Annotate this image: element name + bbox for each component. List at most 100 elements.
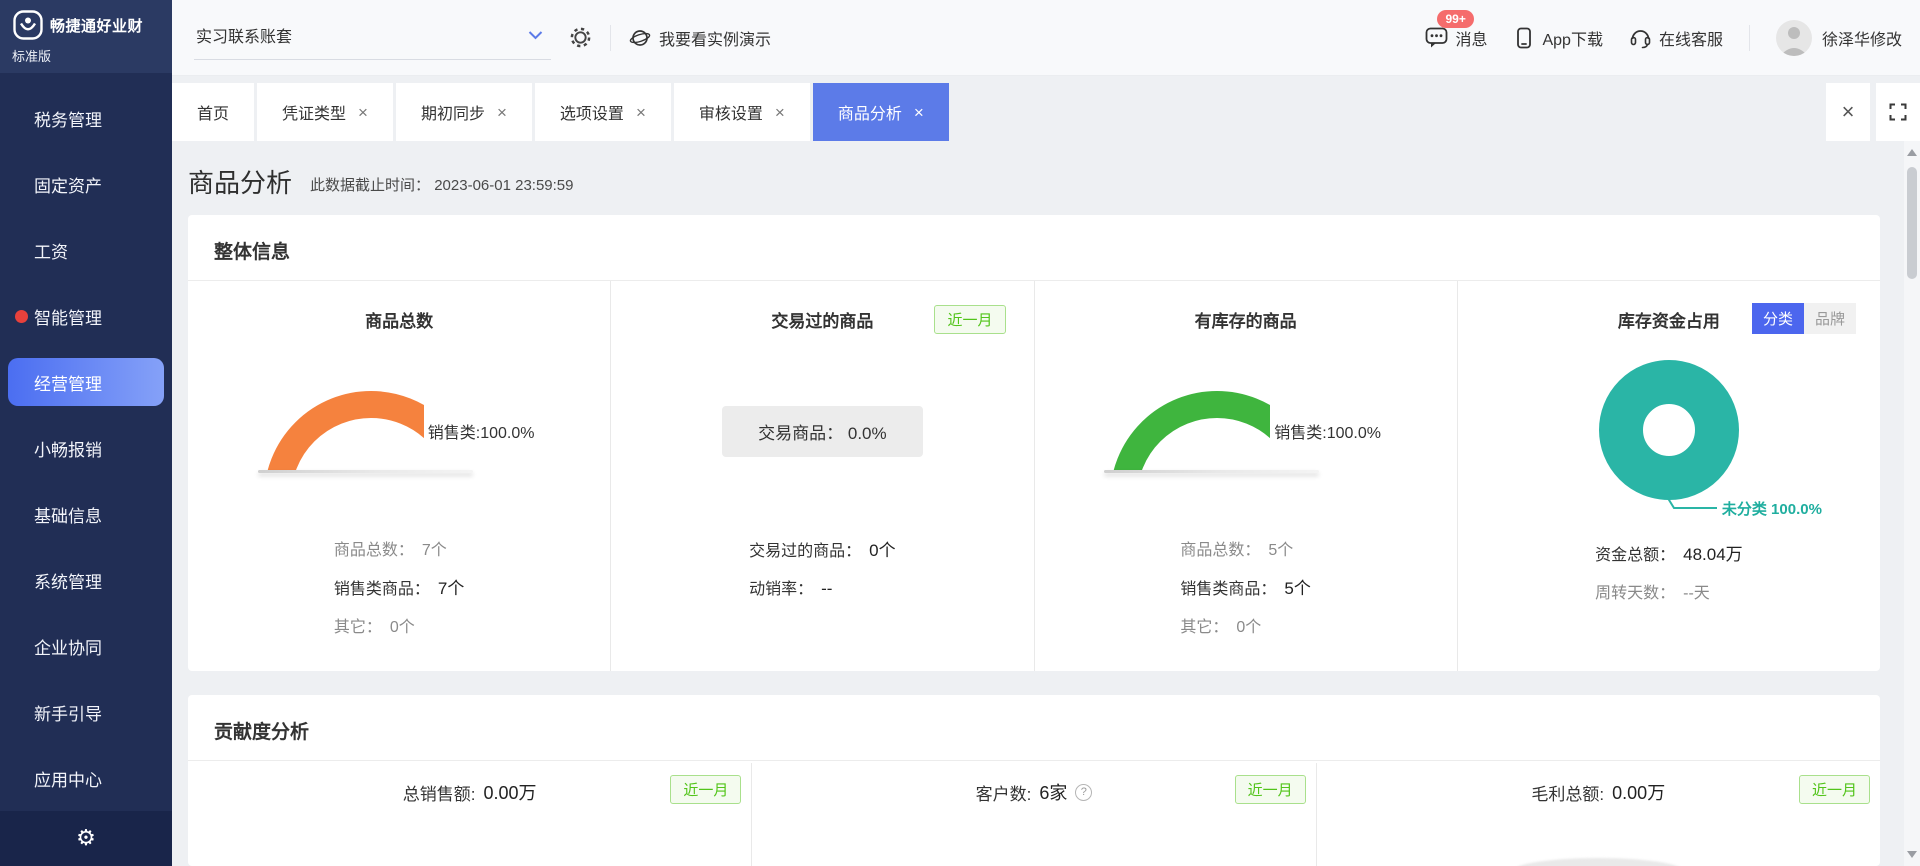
tab-voucher-type[interactable]: 凭证类型 × bbox=[257, 83, 393, 141]
app-download-button[interactable]: App下载 bbox=[1513, 26, 1603, 50]
topbar-right: 99+ 消息 App下载 在线客服 徐泽华修改 bbox=[1425, 9, 1902, 56]
toggle-category[interactable]: 分类 bbox=[1751, 303, 1804, 334]
overview-section-title: 整体信息 bbox=[214, 242, 291, 263]
donut-callout: 未分类 100.0% bbox=[1657, 486, 1822, 518]
cutoff-gauge-shadow bbox=[1513, 858, 1684, 866]
topbar-divider bbox=[1748, 24, 1750, 51]
tab-close-icon[interactable]: × bbox=[636, 104, 646, 121]
brand-block: 畅捷通好业财 标准版 bbox=[0, 0, 172, 74]
contribution-section-title: 贡献度分析 bbox=[214, 722, 310, 743]
gauge-baseline bbox=[257, 470, 473, 473]
contribution-card: 贡献度分析 总销售额: 0.00万 近一月 客户数: 6家 ? 近一月 毛利总额… bbox=[188, 695, 1880, 866]
phone-icon bbox=[1513, 27, 1535, 49]
notification-dot bbox=[15, 310, 28, 324]
scrollbar-down-arrow[interactable] bbox=[1907, 851, 1917, 858]
panel-traded-products: 交易过的商品 近一月 交易商品： 0.0% 交易过的商品： 0个 动销率： -- bbox=[611, 281, 1035, 671]
tab-close-icon[interactable]: × bbox=[914, 104, 924, 121]
data-cutoff-timestamp: 此数据截止时间： 2023-06-01 23:59:59 bbox=[310, 176, 574, 194]
brand-name: 畅捷通好业财 bbox=[50, 17, 144, 35]
tab-option-settings[interactable]: 选项设置 × bbox=[534, 83, 671, 141]
tab-close-icon[interactable]: × bbox=[358, 104, 368, 121]
tab-home[interactable]: 首页 bbox=[172, 83, 255, 141]
panel-total-products: 商品总数 销售类:100.0% 商品总数： 7个 销售类商品： 7个 其它： 0个 bbox=[188, 281, 612, 671]
content: 商品分析 此数据截止时间： 2023-06-01 23:59:59 整体信息 商… bbox=[172, 141, 1920, 866]
scrollbar-thumb[interactable] bbox=[1907, 167, 1917, 279]
page-title: 商品分析 bbox=[188, 167, 293, 198]
panel-stats: 交易过的商品： 0个 动销率： -- bbox=[749, 541, 896, 598]
topbar-divider bbox=[610, 24, 611, 51]
messages-label: 消息 bbox=[1455, 31, 1488, 49]
messages-button[interactable]: 99+ 消息 bbox=[1425, 9, 1488, 50]
tabbar: 首页 凭证类型 × 期初同步 × 选项设置 × 审核设置 × 商品分析 × × bbox=[172, 76, 1920, 141]
demo-link[interactable]: 我要看实例演示 bbox=[629, 26, 771, 50]
col-total-sales: 总销售额: 0.00万 近一月 bbox=[188, 763, 753, 866]
online-service-label: 在线客服 bbox=[1658, 31, 1723, 49]
tab-close-icon[interactable]: × bbox=[775, 104, 785, 121]
app-window: 畅捷通好业财 标准版 税务管理 固定资产 工资 智能管理 经营管理 小畅报销 基… bbox=[0, 0, 1920, 866]
scrollbar-up-arrow[interactable] bbox=[1907, 149, 1917, 156]
sidebar-item-business-management[interactable]: 经营管理 bbox=[8, 358, 164, 407]
traded-products-kpi-box: 交易商品： 0.0% bbox=[722, 405, 923, 457]
period-badge: 近一月 bbox=[1234, 775, 1306, 804]
topbar: 实习联系账套 我要看实例演示 99+ 消息 App下载 在线客服 徐泽华修改 bbox=[172, 0, 1920, 76]
vertical-scrollbar[interactable] bbox=[1904, 141, 1920, 866]
globe-icon bbox=[629, 27, 651, 49]
sidebar-item-onboarding-guide[interactable]: 新手引导 bbox=[0, 679, 172, 745]
brand-edition: 标准版 bbox=[12, 49, 52, 64]
sidebar-item-base-info[interactable]: 基础信息 bbox=[0, 481, 172, 547]
sidebar-item-smart-management[interactable]: 智能管理 bbox=[0, 283, 172, 349]
sidebar-settings-gear-icon[interactable]: ⚙ bbox=[76, 826, 96, 851]
main-area: 实习联系账套 我要看实例演示 99+ 消息 App下载 在线客服 徐泽华修改 首… bbox=[172, 0, 1920, 866]
col-gross-profit: 毛利总额: 0.00万 近一月 bbox=[1317, 763, 1880, 866]
settings-gear-icon[interactable] bbox=[569, 26, 592, 49]
category-brand-toggle: 分类 品牌 bbox=[1751, 303, 1856, 334]
period-badge: 近一月 bbox=[1798, 775, 1870, 804]
close-all-tabs-button[interactable]: × bbox=[1826, 83, 1870, 141]
page-head: 商品分析 此数据截止时间： 2023-06-01 23:59:59 bbox=[188, 141, 1880, 215]
panel-stats: 商品总数： 7个 销售类商品： 7个 其它： 0个 bbox=[333, 542, 465, 636]
sidebar-item-payroll[interactable]: 工资 bbox=[0, 217, 172, 283]
panel-in-stock-products: 有库存的商品 销售类:100.0% 商品总数： 5个 销售类商品： 5个 其它： 0个 bbox=[1035, 281, 1458, 671]
gauge-baseline bbox=[1104, 470, 1320, 473]
toggle-brand[interactable]: 品牌 bbox=[1803, 303, 1856, 334]
donut-chart-inventory-capital: 未分类 100.0% bbox=[1598, 360, 1822, 518]
account-selector[interactable]: 实习联系账套 bbox=[194, 15, 551, 60]
donut-callout-label: 未分类 100.0% bbox=[1721, 501, 1822, 518]
app-download-label: App下载 bbox=[1542, 31, 1603, 49]
chevron-down-icon bbox=[528, 30, 543, 40]
tab-actions: × bbox=[1826, 83, 1920, 141]
gauge-label: 销售类:100.0% bbox=[1274, 425, 1381, 442]
period-badge: 近一月 bbox=[934, 305, 1006, 334]
sidebar-menu: 税务管理 固定资产 工资 智能管理 经营管理 小畅报销 基础信息 系统管理 企业… bbox=[0, 73, 172, 811]
panel-inventory-capital: 库存资金占用 分类 品牌 未分类 100.0% 资金总额： 48.04万 周转天… bbox=[1458, 281, 1880, 671]
sidebar-item-app-center[interactable]: 应用中心 bbox=[0, 745, 172, 811]
avatar bbox=[1775, 19, 1812, 56]
tab-product-analysis[interactable]: 商品分析 × bbox=[812, 83, 949, 141]
panel-stats: 商品总数： 5个 销售类商品： 5个 其它： 0个 bbox=[1180, 542, 1311, 636]
user-menu[interactable]: 徐泽华修改 bbox=[1775, 19, 1902, 56]
sidebar-item-expense[interactable]: 小畅报销 bbox=[0, 415, 172, 481]
contribution-columns: 总销售额: 0.00万 近一月 客户数: 6家 ? 近一月 毛利总额: 0.00… bbox=[188, 763, 1880, 866]
sidebar-footer: ⚙ bbox=[0, 811, 172, 866]
user-name: 徐泽华修改 bbox=[1821, 31, 1902, 49]
overview-panels: 商品总数 销售类:100.0% 商品总数： 7个 销售类商品： 7个 其它： 0个 bbox=[188, 281, 1880, 671]
demo-link-label: 我要看实例演示 bbox=[659, 31, 772, 49]
tab-initial-sync[interactable]: 期初同步 × bbox=[395, 83, 532, 141]
sidebar-item-enterprise-collab[interactable]: 企业协同 bbox=[0, 613, 172, 679]
gauge-chart-in-stock bbox=[1104, 391, 1320, 473]
fullscreen-icon bbox=[1889, 103, 1907, 121]
sidebar-item-fixed-assets[interactable]: 固定资产 bbox=[0, 151, 172, 217]
overview-card: 整体信息 商品总数 销售类:100.0% 商品总数： 7个 销售类商品： 7个 … bbox=[188, 215, 1880, 671]
fullscreen-button[interactable] bbox=[1876, 83, 1920, 141]
tab-audit-settings[interactable]: 审核设置 × bbox=[673, 83, 810, 141]
col-customer-count: 客户数: 6家 ? 近一月 bbox=[752, 763, 1317, 866]
period-badge: 近一月 bbox=[670, 775, 742, 804]
tab-close-icon[interactable]: × bbox=[497, 104, 507, 121]
gauge-label: 销售类:100.0% bbox=[427, 425, 535, 442]
messages-badge: 99+ bbox=[1437, 9, 1474, 28]
help-icon[interactable]: ? bbox=[1075, 783, 1093, 801]
headset-icon bbox=[1629, 26, 1652, 49]
sidebar-item-system-management[interactable]: 系统管理 bbox=[0, 547, 172, 613]
sidebar-item-tax[interactable]: 税务管理 bbox=[0, 85, 172, 151]
online-service-button[interactable]: 在线客服 bbox=[1629, 26, 1723, 50]
